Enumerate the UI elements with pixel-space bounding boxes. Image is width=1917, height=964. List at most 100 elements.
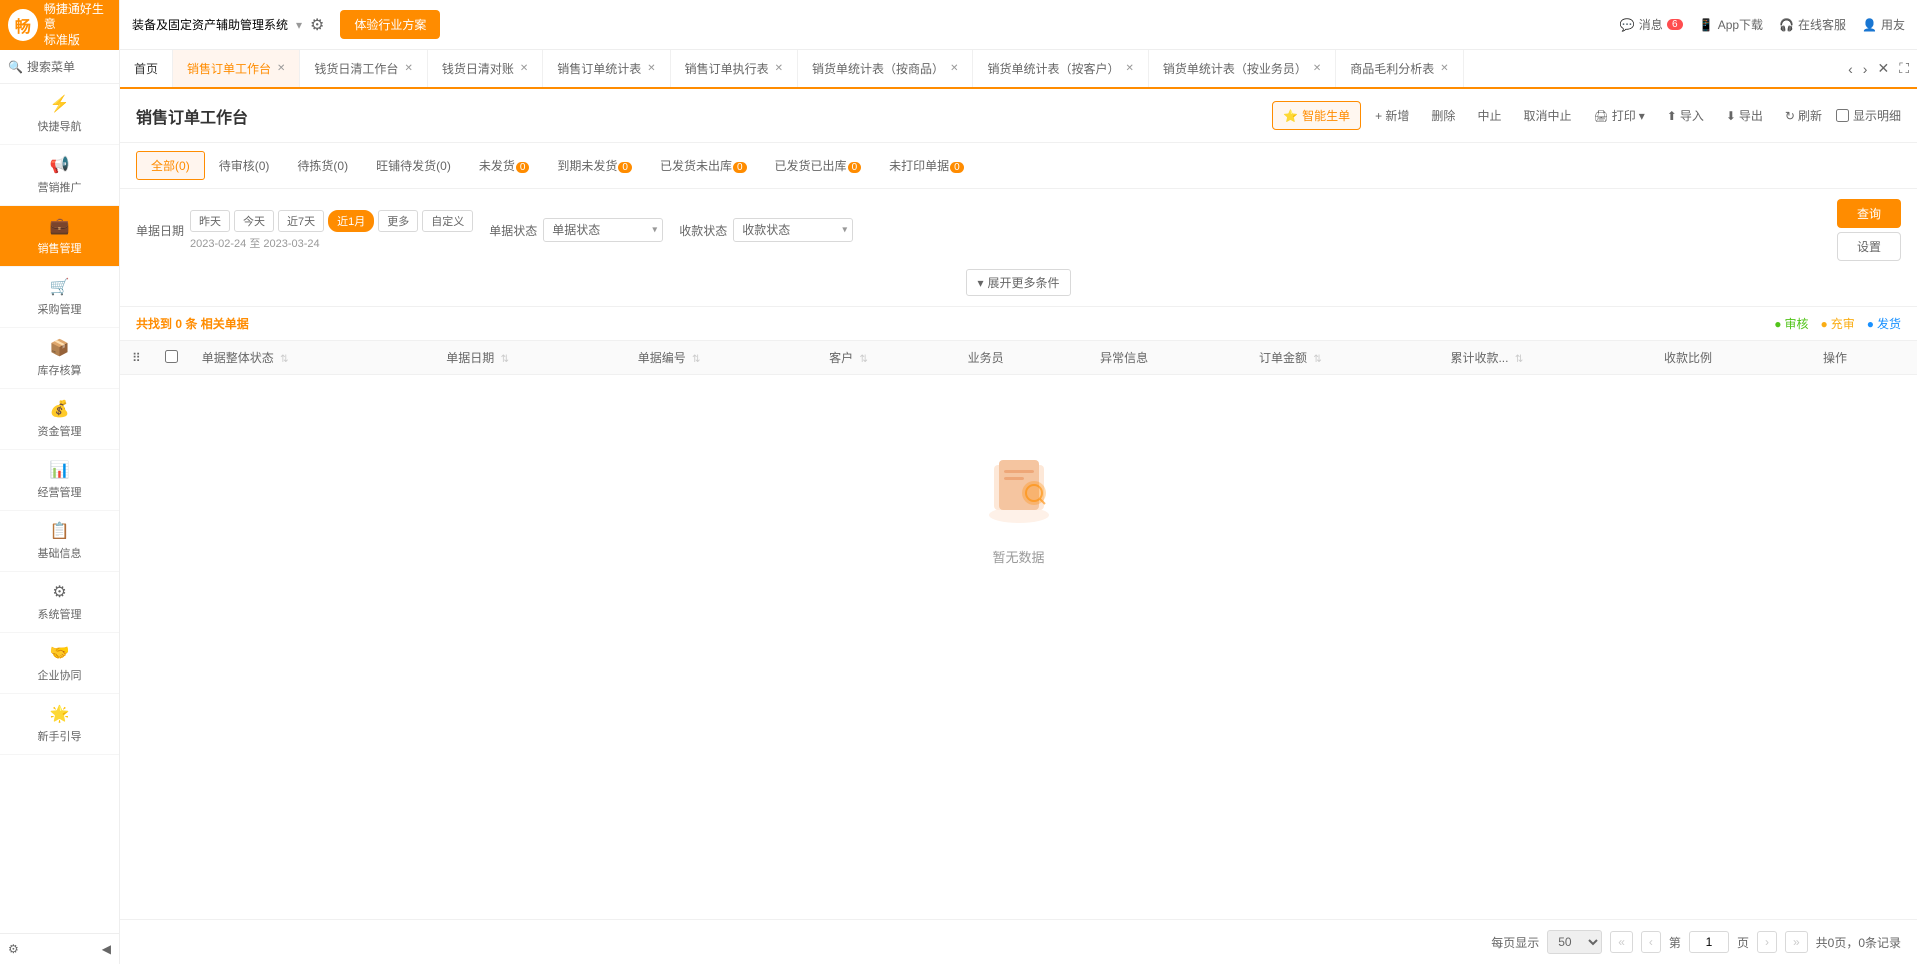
sub-tab-pending-inspection[interactable]: 待拣货(0) (283, 152, 362, 179)
page-size-select[interactable]: 50 10 20 100 (1547, 930, 1602, 954)
anti-audit-dot: ● (1820, 317, 1827, 331)
refresh-btn[interactable]: ↻ 刷新 (1777, 103, 1830, 128)
date-btn-yesterday[interactable]: 昨天 (190, 210, 230, 232)
tab-close-sales-order-exec[interactable]: ✕ (775, 63, 783, 74)
sidebar-item-sales[interactable]: 💼 销售管理 (0, 206, 119, 267)
date-btn-1month[interactable]: 近1月 (328, 210, 374, 232)
sort-icon-number[interactable]: ⇅ (692, 354, 700, 365)
footer-collapse-icon[interactable]: ◀ (102, 942, 111, 956)
tab-close-cash-reconcile[interactable]: ✕ (520, 63, 528, 74)
set-btn[interactable]: 设置 (1837, 232, 1901, 261)
filter-date-buttons: 昨天 今天 近7天 近1月 更多 自定义 2023-02-24 至 2023-0… (190, 210, 473, 251)
tab-sales-order-stat[interactable]: 销售订单统计表 ✕ (543, 50, 670, 87)
expand-more-btn[interactable]: ▾ 展开更多条件 (966, 269, 1070, 296)
show-detail-checkbox[interactable] (1836, 109, 1849, 122)
sub-tab-pending-review[interactable]: 待审核(0) (205, 152, 284, 179)
sort-icon-date[interactable]: ⇅ (501, 354, 509, 365)
topbar-settings-icon[interactable]: ⚙ (310, 15, 324, 35)
cancel-stop-btn[interactable]: 取消中止 (1515, 103, 1579, 128)
page-last-btn[interactable]: » (1785, 931, 1808, 953)
print-btn[interactable]: 🖨 打印 ▾ (1585, 103, 1652, 128)
tab-close-all-btn[interactable]: ✕ (1873, 56, 1893, 81)
select-all-checkbox[interactable] (165, 350, 178, 363)
smart-create-btn[interactable]: ⭐ 智能生单 (1272, 101, 1361, 130)
tab-close-product-margin[interactable]: ✕ (1440, 63, 1448, 74)
tab-cash-daily-workbench[interactable]: 钱货日清工作台 ✕ (300, 50, 427, 87)
tab-close-sales-stat-staff[interactable]: ✕ (1313, 63, 1321, 74)
user-item[interactable]: 👤 用友 (1862, 16, 1905, 33)
sort-icon-customer[interactable]: ⇅ (860, 354, 868, 365)
tab-sales-stat-customer[interactable]: 销货单统计表（按客户） ✕ (973, 50, 1148, 87)
filter-payment-select[interactable]: 收款状态 (733, 218, 853, 242)
add-btn[interactable]: + 新增 (1367, 103, 1417, 128)
sort-icon-amount[interactable]: ⇅ (1313, 354, 1321, 365)
tab-close-sales-order-workbench[interactable]: ✕ (277, 63, 285, 74)
tab-sales-order-exec[interactable]: 销售订单执行表 ✕ (671, 50, 798, 87)
tab-sales-order-workbench[interactable]: 销售订单工作台 ✕ (173, 50, 300, 89)
sub-tab-not-shipped[interactable]: 未发货0 (465, 152, 544, 179)
sidebar-item-operation[interactable]: 📊 经营管理 (0, 450, 119, 511)
app-download-item[interactable]: 📱 App下载 (1699, 16, 1763, 33)
page-label: 第 (1669, 934, 1681, 951)
sidebar-item-system[interactable]: ⚙ 系统管理 (0, 572, 119, 633)
tab-cash-reconcile[interactable]: 钱货日清对账 ✕ (428, 50, 543, 87)
tab-expand-btn[interactable]: ⛶ (1895, 56, 1913, 81)
sidebar-item-finance[interactable]: 💰 资金管理 (0, 389, 119, 450)
import-btn[interactable]: ⬆ 导入 (1659, 103, 1712, 128)
industry-btn[interactable]: 体验行业方案 (340, 10, 440, 39)
show-detail-label[interactable]: 显示明细 (1836, 107, 1901, 124)
sidebar-item-base[interactable]: 📋 基础信息 (0, 511, 119, 572)
page-first-btn[interactable]: « (1610, 931, 1633, 953)
footer-settings-icon[interactable]: ⚙ (8, 942, 19, 956)
sidebar-item-cooperation[interactable]: 🤝 企业协同 (0, 633, 119, 694)
export-btn[interactable]: ⬇ 导出 (1718, 103, 1771, 128)
th-checkbox[interactable] (153, 341, 190, 375)
sidebar-search[interactable]: 🔍 搜索菜单 (0, 50, 119, 84)
sub-tab-expired-not-shipped[interactable]: 到期未发货0 (543, 152, 646, 179)
quick-audit-btn[interactable]: ● 审核 (1774, 315, 1808, 332)
sort-icon-status[interactable]: ⇅ (280, 354, 288, 365)
sidebar-item-inventory[interactable]: 📦 库存核算 (0, 328, 119, 389)
th-ratio: 收款比例 (1652, 341, 1811, 375)
sidebar-item-guide[interactable]: 🌟 新手引导 (0, 694, 119, 755)
main-content: 装备及固定资产辅助管理系统 ▾ ⚙ 体验行业方案 💬 消息 6 📱 App下载 … (120, 0, 1917, 964)
date-btn-today[interactable]: 今天 (234, 210, 274, 232)
date-btn-custom[interactable]: 自定义 (422, 210, 473, 232)
query-btn[interactable]: 查询 (1837, 199, 1901, 228)
tab-prev-btn[interactable]: ‹ (1844, 57, 1857, 81)
stop-btn[interactable]: 中止 (1469, 103, 1509, 128)
sub-tab-shipped-not-out[interactable]: 已发货未出库0 (646, 152, 761, 179)
sub-tab-shipped-out[interactable]: 已发货已出库0 (761, 152, 876, 179)
sub-tab-wangpu-pending-ship[interactable]: 旺铺待发货(0) (362, 152, 465, 179)
page-next-btn[interactable]: › (1757, 931, 1777, 953)
filter-row: 单据日期 昨天 今天 近7天 近1月 更多 自定义 2023-02-24 至 2… (136, 199, 1901, 261)
tab-product-margin[interactable]: 商品毛利分析表 ✕ (1336, 50, 1463, 87)
sidebar-item-purchase[interactable]: 🛒 采购管理 (0, 267, 119, 328)
tab-sales-stat-staff[interactable]: 销货单统计表（按业务员） ✕ (1149, 50, 1336, 87)
sidebar-item-marketing[interactable]: 📢 营销推广 (0, 145, 119, 206)
sub-tab-all[interactable]: 全部(0) (136, 151, 205, 180)
date-btn-more[interactable]: 更多 (378, 210, 418, 232)
sort-icon-collected[interactable]: ⇅ (1515, 354, 1523, 365)
message-item[interactable]: 💬 消息 6 (1620, 16, 1683, 33)
filter-status-select[interactable]: 单据状态 (543, 218, 663, 242)
quick-ship-btn[interactable]: ● 发货 (1867, 315, 1901, 332)
quick-anti-audit-btn[interactable]: ● 充审 (1820, 315, 1854, 332)
page-input[interactable] (1689, 931, 1729, 953)
page-prev-btn[interactable]: ‹ (1641, 931, 1661, 953)
tab-next-btn[interactable]: › (1859, 57, 1872, 81)
data-table: ⠿ 单据整体状态 ⇅ 单据日期 ⇅ 单据编号 (120, 341, 1917, 375)
tab-home[interactable]: 首页 (120, 50, 173, 87)
online-service-item[interactable]: 🎧 在线客服 (1779, 16, 1846, 33)
tab-close-sales-order-stat[interactable]: ✕ (647, 63, 655, 74)
filter-date-item: 单据日期 昨天 今天 近7天 近1月 更多 自定义 2023-02-24 至 2… (136, 210, 473, 251)
tab-close-sales-stat-product[interactable]: ✕ (950, 63, 958, 74)
tab-close-cash-daily-workbench[interactable]: ✕ (404, 63, 412, 74)
date-btn-7days[interactable]: 近7天 (278, 210, 324, 232)
delete-btn[interactable]: 删除 (1423, 103, 1463, 128)
topbar-dropdown-icon[interactable]: ▾ (296, 18, 302, 32)
tab-sales-stat-product[interactable]: 销货单统计表（按商品） ✕ (798, 50, 973, 87)
sidebar-item-quick-nav[interactable]: ⚡ 快捷导航 (0, 84, 119, 145)
sub-tab-not-printed[interactable]: 未打印单据0 (875, 152, 978, 179)
tab-close-sales-stat-customer[interactable]: ✕ (1125, 63, 1133, 74)
